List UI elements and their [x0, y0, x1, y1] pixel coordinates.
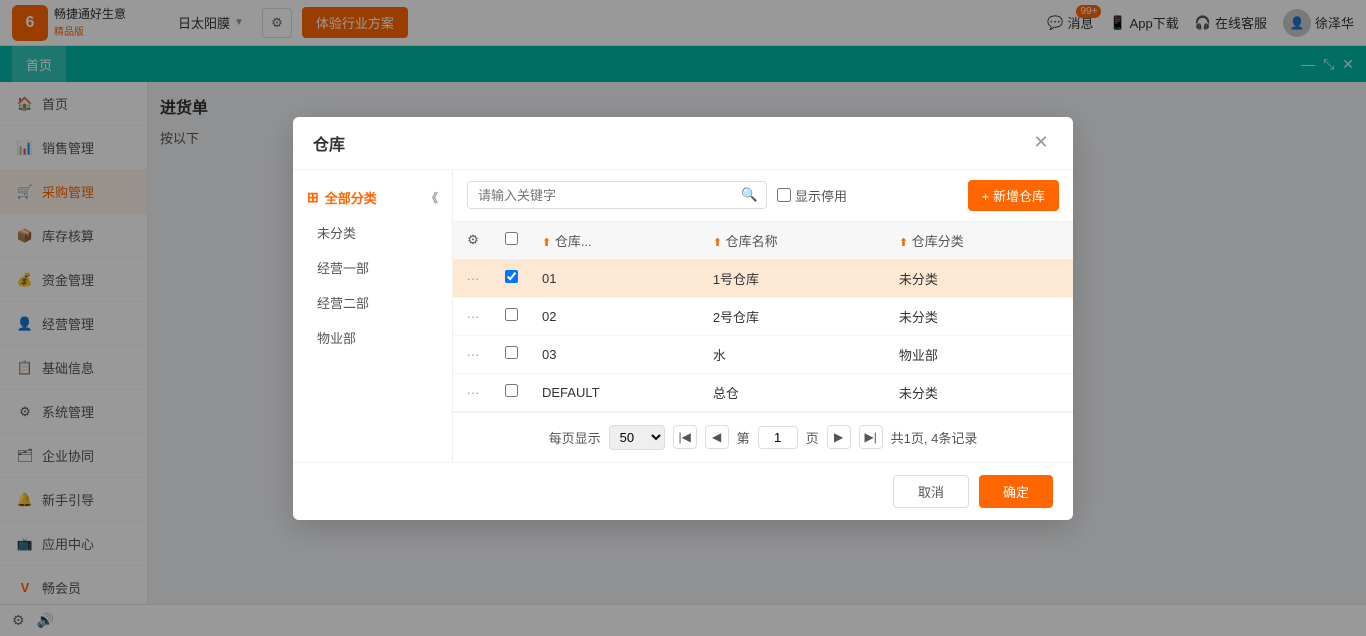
- row-category: 未分类: [887, 297, 1073, 335]
- table-toolbar: 🔍 显示停用 + 新增仓库: [453, 170, 1073, 222]
- row-actions: ···: [453, 335, 493, 373]
- row-category: 未分类: [887, 373, 1073, 411]
- search-button[interactable]: 🔍: [733, 182, 766, 208]
- category-item-property[interactable]: 物业部: [293, 320, 452, 355]
- modal-body: ⊞ 全部分类 《 未分类 经营一部 经营二部 物业部: [293, 170, 1073, 462]
- show-disabled-label[interactable]: 显示停用: [777, 186, 847, 205]
- data-table: ⚙ ⬆ 仓库... ⬆ 仓库名称: [453, 222, 1073, 412]
- row-check[interactable]: [493, 373, 530, 411]
- sort-icon-name: ⬆: [713, 237, 722, 249]
- col-code: ⬆ 仓库...: [530, 222, 701, 260]
- table-header-row: ⚙ ⬆ 仓库... ⬆ 仓库名称: [453, 222, 1073, 260]
- total-info: 共1页, 4条记录: [891, 428, 978, 447]
- cancel-button[interactable]: 取消: [893, 475, 969, 508]
- row-actions: ···: [453, 259, 493, 297]
- row-index: 03: [530, 335, 701, 373]
- search-input[interactable]: [468, 183, 733, 208]
- page-label: 第: [737, 428, 750, 447]
- modal-footer: 取消 确定: [293, 462, 1073, 520]
- row-name: 水: [701, 335, 887, 373]
- row-check[interactable]: [493, 297, 530, 335]
- table-row[interactable]: ··· 03 水 物业部: [453, 335, 1073, 373]
- category-panel: ⊞ 全部分类 《 未分类 经营一部 经营二部 物业部: [293, 170, 453, 462]
- row-name: 1号仓库: [701, 259, 887, 297]
- category-item-unclassified[interactable]: 未分类: [293, 215, 452, 250]
- row-name: 2号仓库: [701, 297, 887, 335]
- page-suffix: 页: [806, 428, 819, 447]
- table-panel: 🔍 显示停用 + 新增仓库 ⚙: [453, 170, 1073, 462]
- grid-icon: ⊞: [307, 189, 319, 206]
- page-size-label: 每页显示: [549, 428, 601, 447]
- table-row[interactable]: ··· DEFAULT 总仓 未分类: [453, 373, 1073, 411]
- modal-header: 仓库 ✕: [293, 117, 1073, 170]
- modal-close-button[interactable]: ✕: [1029, 131, 1053, 155]
- all-categories-label: 全部分类: [325, 188, 377, 207]
- prev-page-button[interactable]: ◀: [705, 425, 729, 449]
- row-index: 01: [530, 259, 701, 297]
- next-page-button[interactable]: ▶: [827, 425, 851, 449]
- sort-icon-code: ⬆: [542, 237, 551, 249]
- table-row[interactable]: ··· 02 2号仓库 未分类: [453, 297, 1073, 335]
- row-category: 物业部: [887, 335, 1073, 373]
- warehouse-modal: 仓库 ✕ ⊞ 全部分类 《 未分类 经营一部 经营二部: [293, 117, 1073, 520]
- table-row[interactable]: ··· 01 1号仓库 未分类: [453, 259, 1073, 297]
- col-check: [493, 222, 530, 260]
- search-box: 🔍: [467, 181, 767, 209]
- last-page-button[interactable]: ▶|: [859, 425, 883, 449]
- col-name: ⬆ 仓库名称: [701, 222, 887, 260]
- category-item-ops2[interactable]: 经营二部: [293, 285, 452, 320]
- col-settings: ⚙: [453, 222, 493, 260]
- col-category: ⬆ 仓库分类: [887, 222, 1073, 260]
- show-disabled-checkbox[interactable]: [777, 188, 791, 202]
- page-size-select[interactable]: 50 10 20 100: [609, 425, 665, 450]
- collapse-panel-button[interactable]: 《: [426, 189, 438, 206]
- row-category: 未分类: [887, 259, 1073, 297]
- category-item-ops1[interactable]: 经营一部: [293, 250, 452, 285]
- modal-overlay: 仓库 ✕ ⊞ 全部分类 《 未分类 经营一部 经营二部: [0, 0, 1366, 636]
- row-actions: ···: [453, 373, 493, 411]
- row-index: DEFAULT: [530, 373, 701, 411]
- sort-icon-category: ⬆: [899, 237, 908, 249]
- add-warehouse-button[interactable]: + 新增仓库: [968, 180, 1059, 211]
- first-page-button[interactable]: |◀: [673, 425, 697, 449]
- row-index: 02: [530, 297, 701, 335]
- select-all-checkbox[interactable]: [505, 232, 518, 245]
- row-actions: ···: [453, 297, 493, 335]
- current-page-input[interactable]: [758, 426, 798, 449]
- modal-title: 仓库: [313, 131, 345, 155]
- row-check[interactable]: [493, 259, 530, 297]
- row-check[interactable]: [493, 335, 530, 373]
- row-name: 总仓: [701, 373, 887, 411]
- all-categories-item[interactable]: ⊞ 全部分类 《: [293, 180, 452, 215]
- confirm-button[interactable]: 确定: [979, 475, 1053, 508]
- pagination: 每页显示 50 10 20 100 |◀ ◀ 第 页 ▶ ▶| 共1页, 4条记…: [453, 412, 1073, 462]
